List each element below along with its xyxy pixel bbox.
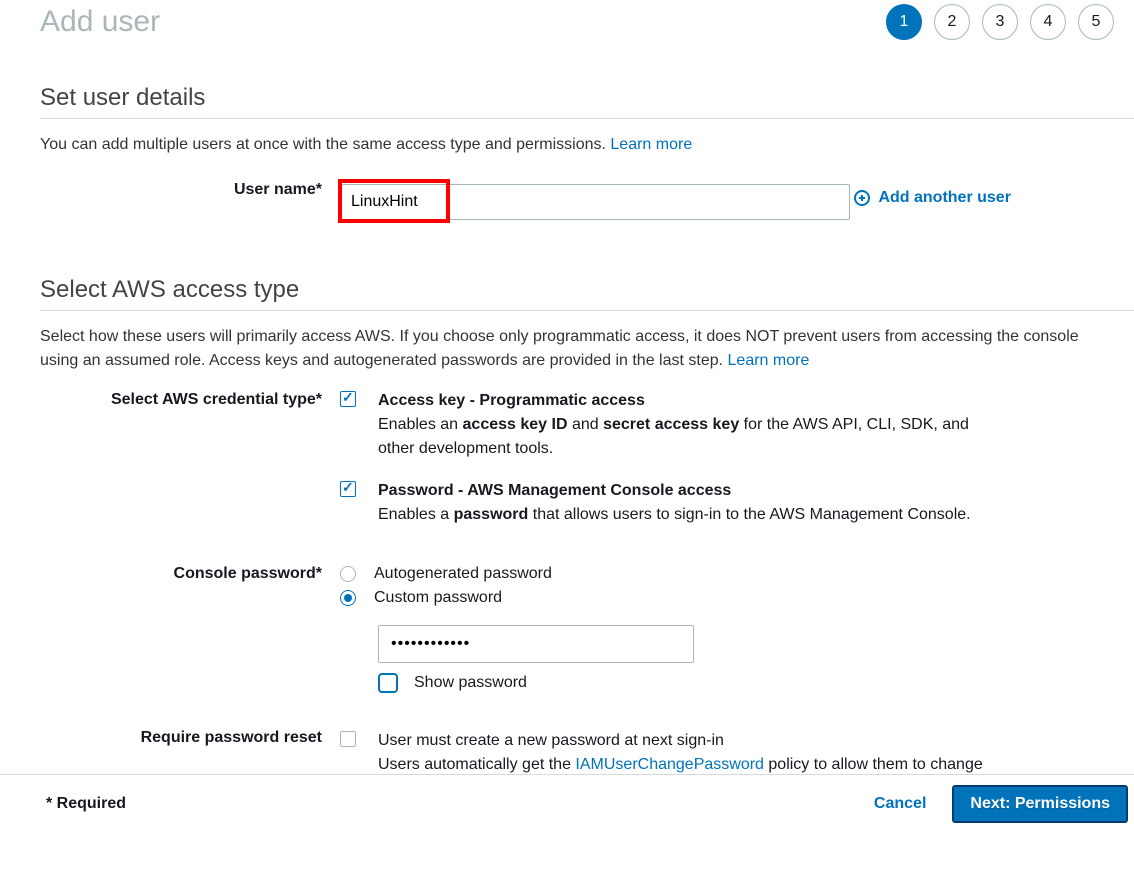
username-input[interactable] (340, 184, 850, 220)
custom-password-input[interactable] (378, 625, 694, 663)
section-access-type-desc: Select how these users will primarily ac… (40, 325, 1114, 373)
cancel-button[interactable]: Cancel (868, 794, 932, 814)
add-another-user-button[interactable]: Add another user (854, 189, 1010, 207)
section-user-details-title: Set user details (40, 84, 1134, 112)
checkbox-password[interactable] (340, 481, 356, 497)
credential-type-label: Select AWS credential type* (40, 389, 340, 409)
username-label: User name* (40, 173, 340, 199)
radio-autogenerated-password[interactable] (340, 566, 356, 582)
radio-autogenerated-label: Autogenerated password (374, 565, 552, 583)
option-access-key: Access key - Programmatic access Enables… (378, 389, 1008, 461)
option-access-key-title: Access key - Programmatic access (378, 392, 645, 409)
learn-more-link-2[interactable]: Learn more (728, 352, 810, 369)
require-reset-label: Require password reset (40, 729, 340, 747)
checkbox-access-key[interactable] (340, 391, 356, 407)
console-password-label: Console password* (40, 565, 340, 583)
wizard-steps: 1 2 3 4 5 (886, 4, 1114, 40)
divider (40, 310, 1134, 311)
section-user-details-desc: You can add multiple users at once with … (40, 133, 1114, 157)
checkbox-require-reset[interactable] (340, 731, 356, 747)
learn-more-link[interactable]: Learn more (610, 136, 692, 153)
footer: * Required Cancel Next: Permissions (0, 774, 1134, 833)
iam-policy-link[interactable]: IAMUserChangePassword (575, 756, 764, 773)
required-note: * Required (46, 795, 126, 813)
step-3[interactable]: 3 (982, 4, 1018, 40)
checkbox-show-password[interactable] (378, 673, 398, 693)
divider (40, 118, 1134, 119)
option-password: Password - AWS Management Console access… (378, 479, 1008, 527)
section-user-details-desc-text: You can add multiple users at once with … (40, 136, 610, 153)
step-2[interactable]: 2 (934, 4, 970, 40)
step-5[interactable]: 5 (1078, 4, 1114, 40)
option-password-title: Password - AWS Management Console access (378, 482, 731, 499)
radio-custom-password[interactable] (340, 590, 356, 606)
section-access-type-desc-text: Select how these users will primarily ac… (40, 328, 1079, 369)
step-4[interactable]: 4 (1030, 4, 1066, 40)
radio-custom-label: Custom password (374, 589, 502, 607)
add-another-user-label: Add another user (878, 189, 1010, 207)
plus-icon (854, 190, 870, 206)
page-title: Add user (40, 5, 160, 39)
next-permissions-button[interactable]: Next: Permissions (952, 785, 1128, 823)
section-access-type-title: Select AWS access type (40, 276, 1134, 304)
step-1[interactable]: 1 (886, 4, 922, 40)
show-password-label: Show password (414, 674, 527, 692)
